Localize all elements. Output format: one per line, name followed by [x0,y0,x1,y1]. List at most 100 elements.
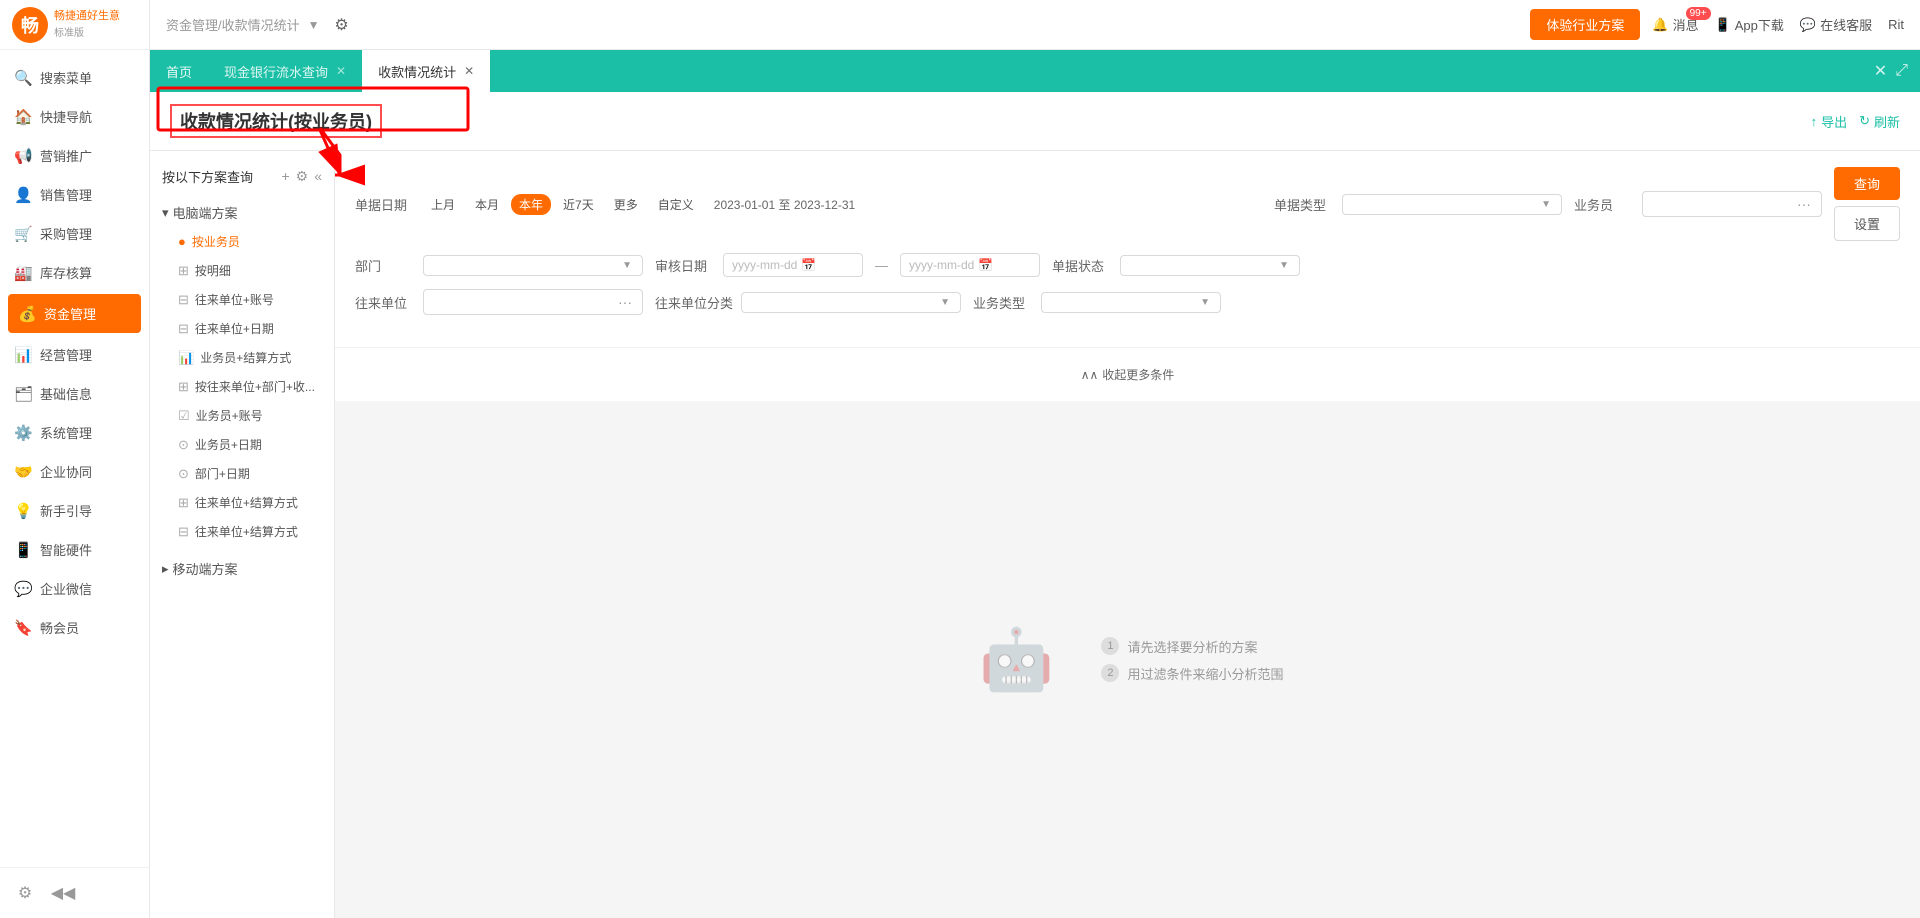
logo-area: 畅 畅捷通好生意 标准版 [0,0,149,50]
main-area: 按以下方案查询 + ⚙ « ▾ 电脑端方案 ● 按业务员 [150,151,1920,918]
department-select[interactable]: ▼ [423,255,643,276]
filter-row-dept: 部门 ▼ 审核日期 yyyy-mm-dd 📅 [355,253,1900,277]
tree-item-counterparty-payment2[interactable]: ⊟ 往来单位+结算方式 [150,517,334,546]
tab-collection-stats-close-icon[interactable]: ✕ [464,64,474,78]
voucher-status-label: 单据状态 [1052,256,1112,275]
counterparty-payment1-icon: ⊞ [178,495,189,511]
guide-icon: 💡 [14,502,32,520]
tree-item-by-counterparty-dept[interactable]: ⊞ 按往来单位+部门+收... [150,372,334,401]
voucher-type-label: 单据类型 [1274,195,1334,214]
tab-bank-flow-close-icon[interactable]: ✕ [336,64,346,78]
tab-home[interactable]: 首页 [150,50,208,92]
salesperson-select[interactable]: ··· [1642,191,1822,217]
trial-btn[interactable]: 体验行业方案 [1530,9,1640,40]
pc-section-header[interactable]: ▾ 电脑端方案 [150,198,334,227]
tab-bank-flow[interactable]: 现金银行流水查询 ✕ [208,50,362,92]
counterparty-select[interactable]: ··· [423,289,643,315]
date-btn-last-month[interactable]: 上月 [423,194,463,215]
counterparty-label: 往来单位 [355,293,415,312]
pc-section-arrow: ▾ [162,205,169,221]
notification-btn[interactable]: 🔔 消息 99+ [1652,15,1698,34]
breadcrumb-dropdown-icon[interactable]: ▼ [308,18,320,32]
topbar: 资金管理/收款情况统计 ▼ ⚙ 体验行业方案 🔔 消息 99+ 📱 App下载 … [150,0,1920,50]
export-btn[interactable]: ↑ 导出 [1811,112,1848,131]
sidebar-item-smart-hw[interactable]: 📱 智能硬件 [0,530,149,569]
dept-chevron: ▼ [622,260,632,271]
tree-item-detail[interactable]: ⊞ 按明细 [150,256,334,285]
panel-gear-icon[interactable]: ⚙ [296,168,309,185]
date-btn-this-month[interactable]: 本月 [467,194,507,215]
panel-add-icon[interactable]: + [281,168,289,185]
sidebar-item-wechat[interactable]: 💬 企业微信 [0,569,149,608]
counterparty-dots-icon[interactable]: ··· [618,294,632,310]
filter-section: 单据日期 上月 本月 本年 近7天 更多 自定义 2023-01-01 至 20… [335,151,1920,401]
salesperson-icon: ● [178,234,186,249]
tree-item-salesperson-account[interactable]: ☑ 业务员+账号 [150,401,334,430]
sidebar-item-inventory[interactable]: 🏭 库存核算 [0,253,149,292]
category-chevron: ▼ [940,297,950,308]
app-download-btn[interactable]: 📱 App下载 [1715,15,1784,34]
topbar-gear-icon[interactable]: ⚙ [328,11,356,39]
expand-window-icon[interactable]: ⤢ [1895,62,1908,80]
customer-service-icon: 💬 [1800,17,1816,33]
counterparty-dept-icon: ⊞ [178,379,189,395]
footer-collapse-btn[interactable]: ◀◀ [48,878,78,908]
sidebar-item-basic-info[interactable]: 🗂 基础信息 [0,374,149,413]
sidebar-item-quick-nav[interactable]: 🏠 快捷导航 [0,97,149,136]
tree-item-counterparty-account[interactable]: ⊟ 往来单位+账号 [150,285,334,314]
footer-settings-btn[interactable]: ⚙ [10,878,40,908]
date-separator: — [871,258,892,273]
sidebar-item-cooperation[interactable]: 🤝 企业协同 [0,452,149,491]
date-label: 单据日期 [355,195,415,214]
collapse-more-btn[interactable]: ∧∧ 收起更多条件 [1073,358,1183,391]
customer-service-btn[interactable]: 💬 在线客服 [1800,15,1872,34]
counterparty-category-select[interactable]: ▼ [741,292,961,313]
review-date-end[interactable]: yyyy-mm-dd 📅 [900,253,1040,277]
query-btn[interactable]: 查询 [1834,167,1900,200]
sidebar-item-finance[interactable]: 💰 资金管理 [8,294,141,333]
voucher-type-select[interactable]: ▼ [1342,194,1562,215]
tree-item-by-salesperson[interactable]: ● 按业务员 [150,227,334,256]
notification-count: 99+ [1686,7,1711,20]
tree-section-mobile: ▸ 移动端方案 [150,550,334,587]
business-type-select[interactable]: ▼ [1041,292,1221,313]
mobile-section-header[interactable]: ▸ 移动端方案 [150,554,334,583]
salesperson-more-icon[interactable]: ··· [1797,196,1811,212]
panel-collapse-icon[interactable]: « [314,168,322,185]
refresh-btn[interactable]: ↻ 刷新 [1859,112,1900,131]
basic-info-icon: 🗂 [14,385,32,403]
settings-btn[interactable]: 设置 [1834,206,1900,241]
date-btn-custom[interactable]: 自定义 [650,194,702,215]
date-btn-more[interactable]: 更多 [606,194,646,215]
sidebar-item-marketing[interactable]: 📢 营销推广 [0,136,149,175]
date-btn-this-year[interactable]: 本年 [511,194,551,215]
tab-collection-stats[interactable]: 收款情况统计 ✕ [362,50,490,92]
tree-item-counterparty-payment1[interactable]: ⊞ 往来单位+结算方式 [150,488,334,517]
sidebar-item-guide[interactable]: 💡 新手引导 [0,491,149,530]
close-window-icon[interactable]: ✕ [1874,61,1887,81]
user-avatar[interactable]: Rit [1888,17,1904,32]
sales-icon: 👤 [14,186,32,204]
review-date-start[interactable]: yyyy-mm-dd 📅 [723,253,863,277]
left-panel: 按以下方案查询 + ⚙ « ▾ 电脑端方案 ● 按业务员 [150,151,335,918]
sidebar-item-member[interactable]: 🔖 畅会员 [0,608,149,647]
sidebar-item-sales[interactable]: 👤 销售管理 [0,175,149,214]
sidebar-item-operations[interactable]: 📊 经营管理 [0,335,149,374]
tree-item-dept-date[interactable]: ⊙ 部门+日期 [150,459,334,488]
logo-icon: 畅 [12,7,48,43]
calendar-icon-end: 📅 [978,258,993,272]
status-chevron: ▼ [1279,260,1289,271]
counterparty-category-label: 往来单位分类 [655,293,733,312]
tree-item-salesperson-date[interactable]: ⊙ 业务员+日期 [150,430,334,459]
wechat-icon: 💬 [14,580,32,598]
tabs-actions: ✕ ⤢ [1862,50,1920,92]
tree-item-salesperson-payment[interactable]: 📊 业务员+结算方式 [150,343,334,372]
voucher-status-select[interactable]: ▼ [1120,255,1300,276]
sidebar-item-search-menu[interactable]: 🔍 搜索菜单 [0,58,149,97]
counterparty-date-icon: ⊟ [178,321,189,337]
tree-item-counterparty-date[interactable]: ⊟ 往来单位+日期 [150,314,334,343]
sidebar-item-purchase[interactable]: 🛒 采购管理 [0,214,149,253]
date-btn-7days[interactable]: 近7天 [555,194,602,215]
empty-state-area: 🤖 1 请先选择要分析的方案 2 用过滤条件来缩小分析范围 [335,401,1920,918]
sidebar-item-system[interactable]: ⚙️ 系统管理 [0,413,149,452]
